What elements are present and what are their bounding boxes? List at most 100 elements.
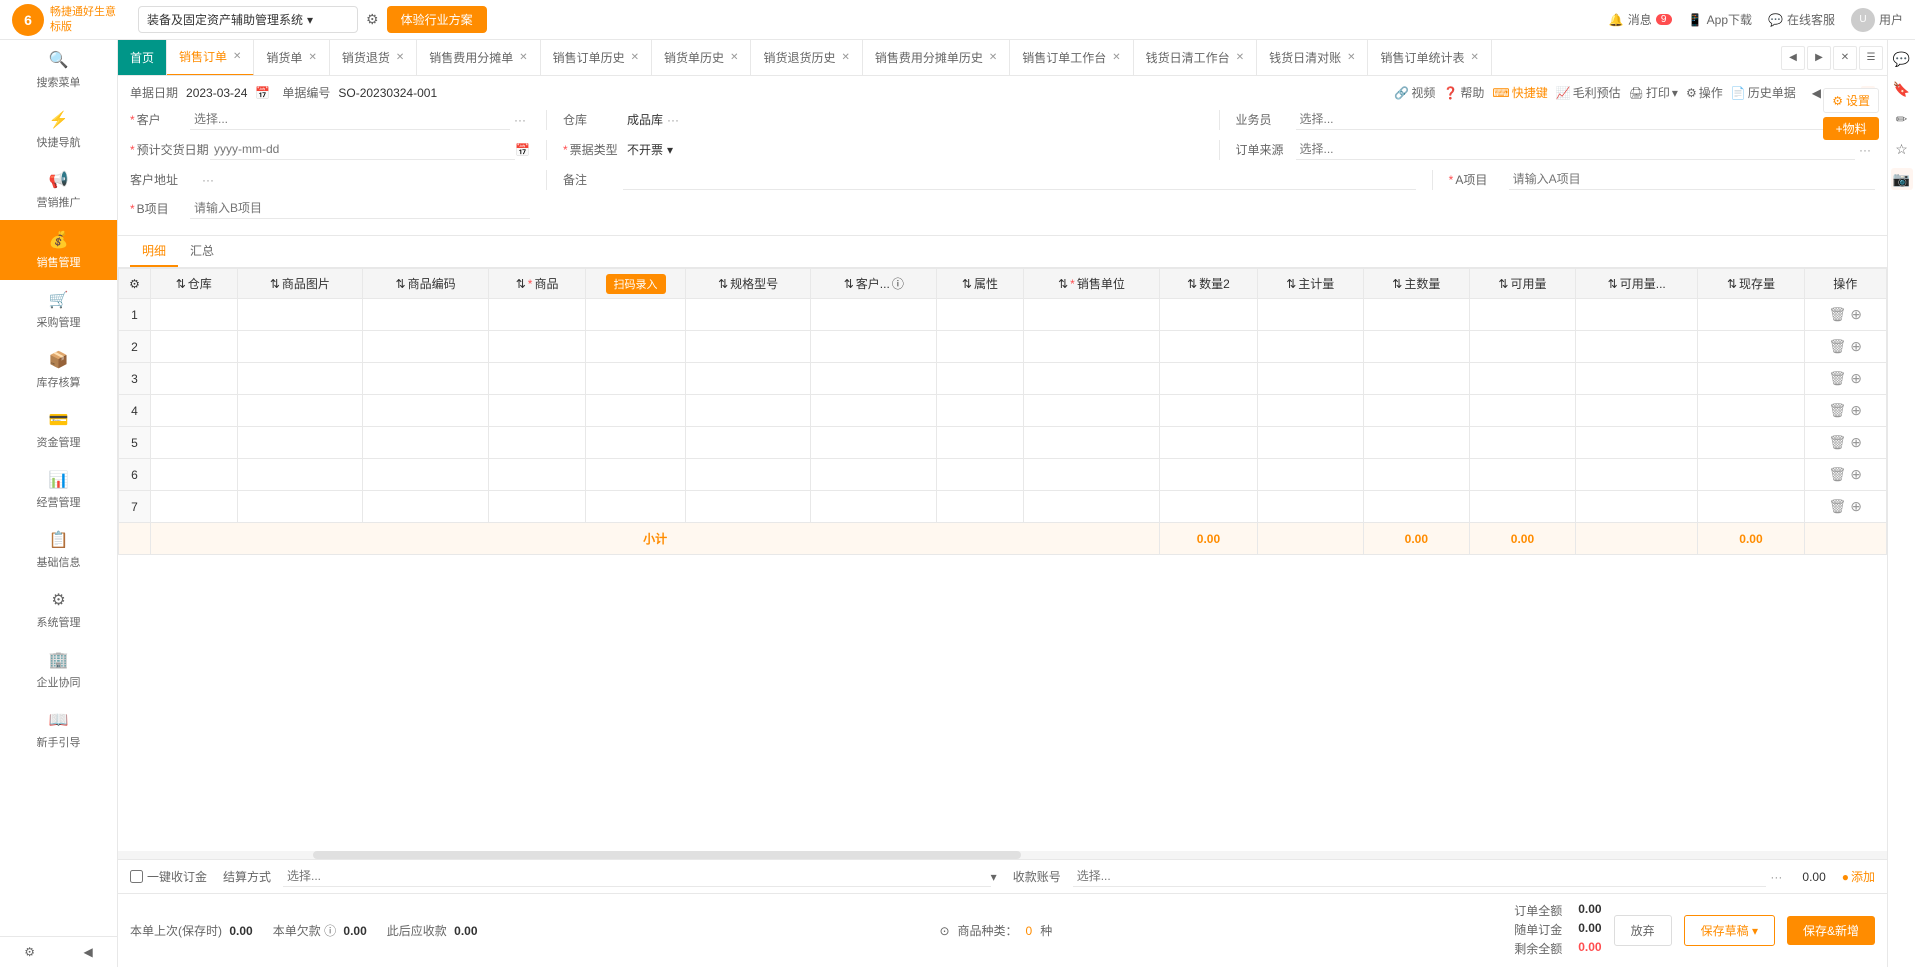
history-btn[interactable]: 📄历史单据 <box>1731 84 1796 101</box>
copy-icon[interactable]: ⊕ <box>1850 370 1862 387</box>
cell-main-qty[interactable] <box>1363 427 1469 459</box>
calendar-icon[interactable]: 📅 <box>255 86 270 100</box>
one-click-payment-checkbox[interactable]: 一键收订金 <box>130 868 207 885</box>
col-product-code-header[interactable]: ⇅商品编码 <box>363 269 489 299</box>
cell-warehouse[interactable] <box>151 331 238 363</box>
tab-sales-order-history[interactable]: 销售订单历史 ✕ <box>541 40 652 76</box>
delete-icon[interactable]: 🗑 <box>1829 306 1847 323</box>
col-product-header[interactable]: ⇅*商品 <box>488 269 585 299</box>
user-btn[interactable]: U 用户 <box>1851 8 1903 32</box>
tab-close-icon[interactable]: ✕ <box>519 52 527 63</box>
cell-main-qty[interactable] <box>1363 459 1469 491</box>
cell-product[interactable] <box>488 363 585 395</box>
tab-summary[interactable]: 汇总 <box>178 236 226 267</box>
account-more-btn[interactable]: ··· <box>1766 870 1786 884</box>
industry-btn[interactable]: 体验行业方案 <box>387 6 487 33</box>
tab-sales-summary[interactable]: 销售订单统计表 ✕ <box>1368 40 1491 76</box>
customer-input[interactable] <box>190 109 510 130</box>
cell-spec[interactable] <box>685 459 811 491</box>
order-source-input[interactable] <box>1296 139 1856 160</box>
cell-main-qty[interactable] <box>1363 299 1469 331</box>
cell-main-qty[interactable] <box>1363 491 1469 523</box>
online-service-btn[interactable]: 💬 在线客服 <box>1768 11 1835 28</box>
delete-icon[interactable]: 🗑 <box>1829 434 1847 451</box>
scan-btn[interactable]: 扫码录入 <box>606 274 666 294</box>
sidebar-item-purchase[interactable]: 🛒 采购管理 <box>0 280 117 340</box>
cell-product-code[interactable] <box>363 459 489 491</box>
cell-product[interactable] <box>488 459 585 491</box>
cell-warehouse[interactable] <box>151 363 238 395</box>
cell-product-code[interactable] <box>363 491 489 523</box>
cell-attribute[interactable] <box>937 395 1024 427</box>
copy-icon[interactable]: ⊕ <box>1850 306 1862 323</box>
cell-product[interactable] <box>488 395 585 427</box>
cell-spec[interactable] <box>685 331 811 363</box>
cell-warehouse[interactable] <box>151 491 238 523</box>
address-more-btn[interactable]: ··· <box>198 173 218 187</box>
customer-more-btn[interactable]: ··· <box>510 113 530 127</box>
tab-sales-order-workbench[interactable]: 销售订单工作台 ✕ <box>1010 40 1133 76</box>
sidebar-item-guide[interactable]: 📖 新手引导 <box>0 700 117 760</box>
col-main-unit-header[interactable]: ⇅主计量 <box>1257 269 1363 299</box>
view-btn[interactable]: 🔗视频 <box>1394 84 1435 101</box>
copy-icon[interactable]: ⊕ <box>1850 498 1862 515</box>
col-available-qty-header[interactable]: ⇅可用量 <box>1469 269 1575 299</box>
cell-product-code[interactable] <box>363 427 489 459</box>
payment-method-input[interactable] <box>283 866 991 887</box>
delete-icon[interactable]: 🗑 <box>1829 338 1847 355</box>
cell-spec[interactable] <box>685 299 811 331</box>
col-qty2-header[interactable]: ⇅数量2 <box>1160 269 1257 299</box>
save-new-btn[interactable]: 保存&新增 <box>1787 916 1875 945</box>
tab-close-icon[interactable]: ✕ <box>989 52 997 63</box>
shortcut-btn[interactable]: ⌨快捷键 <box>1492 84 1547 101</box>
tab-next-btn[interactable]: ▶ <box>1807 46 1831 70</box>
cell-attribute[interactable] <box>937 427 1024 459</box>
warehouse-more-btn[interactable]: ··· <box>663 113 683 127</box>
tab-cash-workbench[interactable]: 钱货日清工作台 ✕ <box>1134 40 1257 76</box>
invoice-type-select[interactable]: 不开票 ▾ <box>623 138 1203 161</box>
copy-icon[interactable]: ⊕ <box>1850 434 1862 451</box>
right-chat-icon[interactable]: 💬 <box>1891 48 1913 70</box>
tab-close-icon[interactable]: ✕ <box>233 51 241 62</box>
sidebar-item-quick-nav[interactable]: ⚡ 快捷导航 <box>0 100 117 160</box>
cell-warehouse[interactable] <box>151 459 238 491</box>
help-btn[interactable]: ❓帮助 <box>1443 84 1484 101</box>
cell-qty2[interactable] <box>1160 299 1257 331</box>
delete-icon[interactable]: 🗑 <box>1829 402 1847 419</box>
delivery-calendar-icon[interactable]: 📅 <box>515 143 530 157</box>
delete-icon[interactable]: 🗑 <box>1829 498 1847 515</box>
sidebar-item-system[interactable]: ⚙ 系统管理 <box>0 580 117 640</box>
tab-prev-btn[interactable]: ◀ <box>1781 46 1805 70</box>
tab-menu-btn[interactable]: ☰ <box>1859 46 1883 70</box>
sidebar-item-basic-info[interactable]: 📋 基础信息 <box>0 520 117 580</box>
cell-qty2[interactable] <box>1160 395 1257 427</box>
tab-close-icon[interactable]: ✕ <box>1471 52 1479 63</box>
print-chevron-icon[interactable]: ▾ <box>1672 86 1678 100</box>
right-scan-icon[interactable]: 📷 <box>1891 168 1913 190</box>
tab-sales-refund[interactable]: 销货退货 ✕ <box>330 40 417 76</box>
tab-cash-reconcile[interactable]: 钱货日清对账 ✕ <box>1257 40 1368 76</box>
col-settings-header[interactable]: ⚙ <box>119 269 151 299</box>
cell-warehouse[interactable] <box>151 395 238 427</box>
prev-record-icon[interactable]: ◀ <box>1812 86 1821 100</box>
cell-attribute[interactable] <box>937 331 1024 363</box>
cell-attribute[interactable] <box>937 363 1024 395</box>
cell-spec[interactable] <box>685 395 811 427</box>
add-payment-btn[interactable]: ●添加 <box>1842 868 1875 885</box>
col-product-image-header[interactable]: ⇅商品图片 <box>237 269 363 299</box>
one-click-checkbox-input[interactable] <box>130 870 143 883</box>
tab-close-all-btn[interactable]: ✕ <box>1833 46 1857 70</box>
app-download-btn[interactable]: 📱 App下载 <box>1688 11 1752 28</box>
cell-main-qty[interactable] <box>1363 331 1469 363</box>
col-main-qty-header[interactable]: ⇅主数量 <box>1363 269 1469 299</box>
col-unit-header[interactable]: ⇅*销售单位 <box>1023 269 1160 299</box>
cell-warehouse[interactable] <box>151 299 238 331</box>
cell-attribute[interactable] <box>937 299 1024 331</box>
cell-customer-ref[interactable] <box>811 395 937 427</box>
cell-unit[interactable] <box>1023 363 1160 395</box>
tab-sales-return-history[interactable]: 销货单历史 ✕ <box>652 40 751 76</box>
delivery-date-input[interactable] <box>210 139 515 160</box>
tab-close-icon[interactable]: ✕ <box>396 52 404 63</box>
order-source-more-btn[interactable]: ··· <box>1855 143 1875 157</box>
tab-close-icon[interactable]: ✕ <box>1112 52 1120 63</box>
